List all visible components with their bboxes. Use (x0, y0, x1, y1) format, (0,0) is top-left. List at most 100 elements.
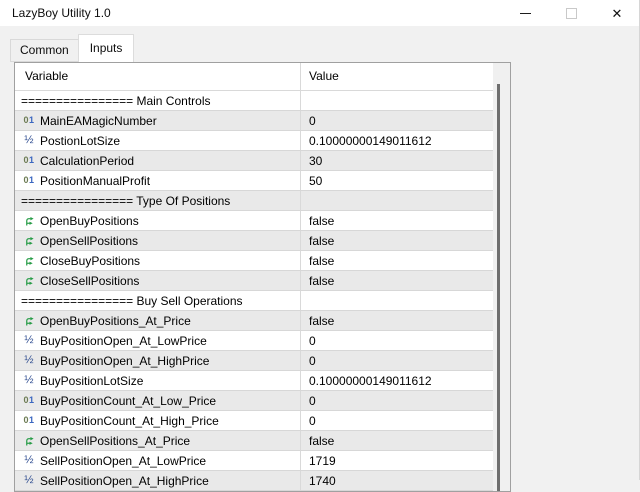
variable-cell: ½ SellPositionOpen_At_HighPrice (15, 471, 300, 490)
value-text: false (309, 273, 335, 288)
double-type-icon: ½ (24, 474, 34, 486)
column-header-value: Value (300, 63, 510, 90)
tab-common[interactable]: Common (10, 39, 79, 62)
section-label: ================ Type Of Positions (21, 193, 231, 208)
value-text: 0 (309, 113, 316, 128)
inputs-table: Variable Value ================ Main Con… (14, 62, 511, 492)
double-type-icon: ½ (24, 134, 34, 146)
variable-name: BuyPositionCount_At_High_Price (40, 413, 219, 428)
variable-cell: OpenSellPositions (15, 231, 300, 250)
value-text: 1740 (309, 473, 336, 488)
scrollbar-thumb[interactable] (497, 84, 500, 491)
value-cell[interactable]: 0 (300, 331, 510, 350)
variable-cell: ================ Type Of Positions (15, 191, 300, 210)
value-cell (300, 91, 510, 110)
value-cell[interactable]: 0.10000000149011612 (300, 131, 510, 150)
param-row[interactable]: ½ SellPositionOpen_At_HighPrice 1740 (15, 471, 510, 491)
value-cell[interactable]: 0 (300, 351, 510, 370)
value-text: 0.10000000149011612 (309, 373, 432, 388)
variable-name: MainEAMagicNumber (40, 113, 157, 128)
bool-type-icon (21, 315, 37, 326)
param-row[interactable]: ½ PostionLotSize 0.10000000149011612 (15, 131, 510, 151)
tab-inputs[interactable]: Inputs (77, 34, 135, 62)
variable-name: OpenSellPositions (40, 233, 139, 248)
variable-name: SellPositionOpen_At_HighPrice (40, 473, 209, 488)
section-row: ================ Buy Sell Operations (15, 291, 510, 311)
param-row[interactable]: ½ BuyPositionOpen_At_HighPrice 0 (15, 351, 510, 371)
value-cell[interactable]: 1740 (300, 471, 510, 490)
value-cell (300, 191, 510, 210)
param-row[interactable]: 01 PositionManualProfit 50 (15, 171, 510, 191)
value-text: 0.10000000149011612 (309, 133, 432, 148)
value-cell[interactable]: 50 (300, 171, 510, 190)
param-row[interactable]: 01 BuyPositionCount_At_Low_Price 0 (15, 391, 510, 411)
param-row[interactable]: CloseBuyPositions false (15, 251, 510, 271)
value-cell (300, 291, 510, 310)
value-cell[interactable]: 30 (300, 151, 510, 170)
value-text: 50 (309, 173, 323, 188)
value-cell[interactable]: 0.10000000149011612 (300, 371, 510, 390)
bool-type-icon (21, 255, 37, 266)
bool-type-icon (21, 235, 37, 246)
minimize-icon (519, 12, 531, 14)
value-text: 0 (309, 413, 316, 428)
bool-type-icon (21, 215, 37, 226)
vertical-scrollbar[interactable] (493, 63, 510, 491)
integer-type-icon: 01 (23, 395, 35, 405)
param-row[interactable]: OpenBuyPositions false (15, 211, 510, 231)
column-header-variable: Variable (25, 69, 69, 83)
value-cell[interactable]: 0 (300, 391, 510, 410)
param-row[interactable]: OpenSellPositions false (15, 231, 510, 251)
integer-type-icon: 01 (23, 415, 35, 425)
param-row[interactable]: ½ SellPositionOpen_At_LowPrice 1719 (15, 451, 510, 471)
integer-type-icon: 01 (23, 155, 35, 165)
variable-name: BuyPositionLotSize (40, 373, 144, 388)
value-cell[interactable]: false (300, 251, 510, 270)
param-row[interactable]: OpenSellPositions_At_Price false (15, 431, 510, 451)
param-row[interactable]: 01 BuyPositionCount_At_High_Price 0 (15, 411, 510, 431)
minimize-button[interactable] (502, 0, 548, 26)
value-text: 0 (309, 353, 316, 368)
param-row[interactable]: ½ BuyPositionOpen_At_LowPrice 0 (15, 331, 510, 351)
value-cell[interactable]: false (300, 311, 510, 330)
variable-cell: OpenSellPositions_At_Price (15, 431, 300, 450)
variable-cell: 01 BuyPositionCount_At_Low_Price (15, 391, 300, 410)
section-row: ================ Type Of Positions (15, 191, 510, 211)
double-type-icon: ½ (24, 354, 34, 366)
variable-name: OpenBuyPositions_At_Price (40, 313, 191, 328)
value-cell[interactable]: false (300, 231, 510, 250)
value-text: false (309, 433, 335, 448)
variable-name: CalculationPeriod (40, 153, 135, 168)
double-type-icon: ½ (24, 454, 34, 466)
variable-cell: CloseSellPositions (15, 271, 300, 290)
window-controls: ✕ (502, 0, 640, 26)
maximize-button[interactable] (548, 0, 594, 26)
value-cell[interactable]: 0 (300, 111, 510, 130)
close-button[interactable]: ✕ (594, 0, 640, 26)
bool-type-icon (21, 435, 37, 446)
tab-strip: Common Inputs (10, 33, 135, 62)
variable-cell: ½ SellPositionOpen_At_LowPrice (15, 451, 300, 470)
param-row[interactable]: CloseSellPositions false (15, 271, 510, 291)
param-row[interactable]: OpenBuyPositions_At_Price false (15, 311, 510, 331)
param-row[interactable]: ½ BuyPositionLotSize 0.10000000149011612 (15, 371, 510, 391)
value-cell[interactable]: false (300, 431, 510, 450)
variable-cell: 01 BuyPositionCount_At_High_Price (15, 411, 300, 430)
value-cell[interactable]: false (300, 211, 510, 230)
variable-name: OpenSellPositions_At_Price (40, 433, 191, 448)
value-cell[interactable]: 1719 (300, 451, 510, 470)
close-icon: ✕ (611, 5, 623, 21)
value-cell[interactable]: false (300, 271, 510, 290)
variable-name: CloseSellPositions (40, 273, 140, 288)
variable-cell: OpenBuyPositions_At_Price (15, 311, 300, 330)
param-row[interactable]: 01 MainEAMagicNumber 0 (15, 111, 510, 131)
variable-cell: 01 PositionManualProfit (15, 171, 300, 190)
double-type-icon: ½ (24, 374, 34, 386)
section-label: ================ Buy Sell Operations (21, 293, 243, 308)
variable-name: BuyPositionCount_At_Low_Price (40, 393, 217, 408)
variable-name: PositionManualProfit (40, 173, 151, 188)
section-label: ================ Main Controls (21, 93, 211, 108)
variable-name: PostionLotSize (40, 133, 121, 148)
value-cell[interactable]: 0 (300, 411, 510, 430)
param-row[interactable]: 01 CalculationPeriod 30 (15, 151, 510, 171)
